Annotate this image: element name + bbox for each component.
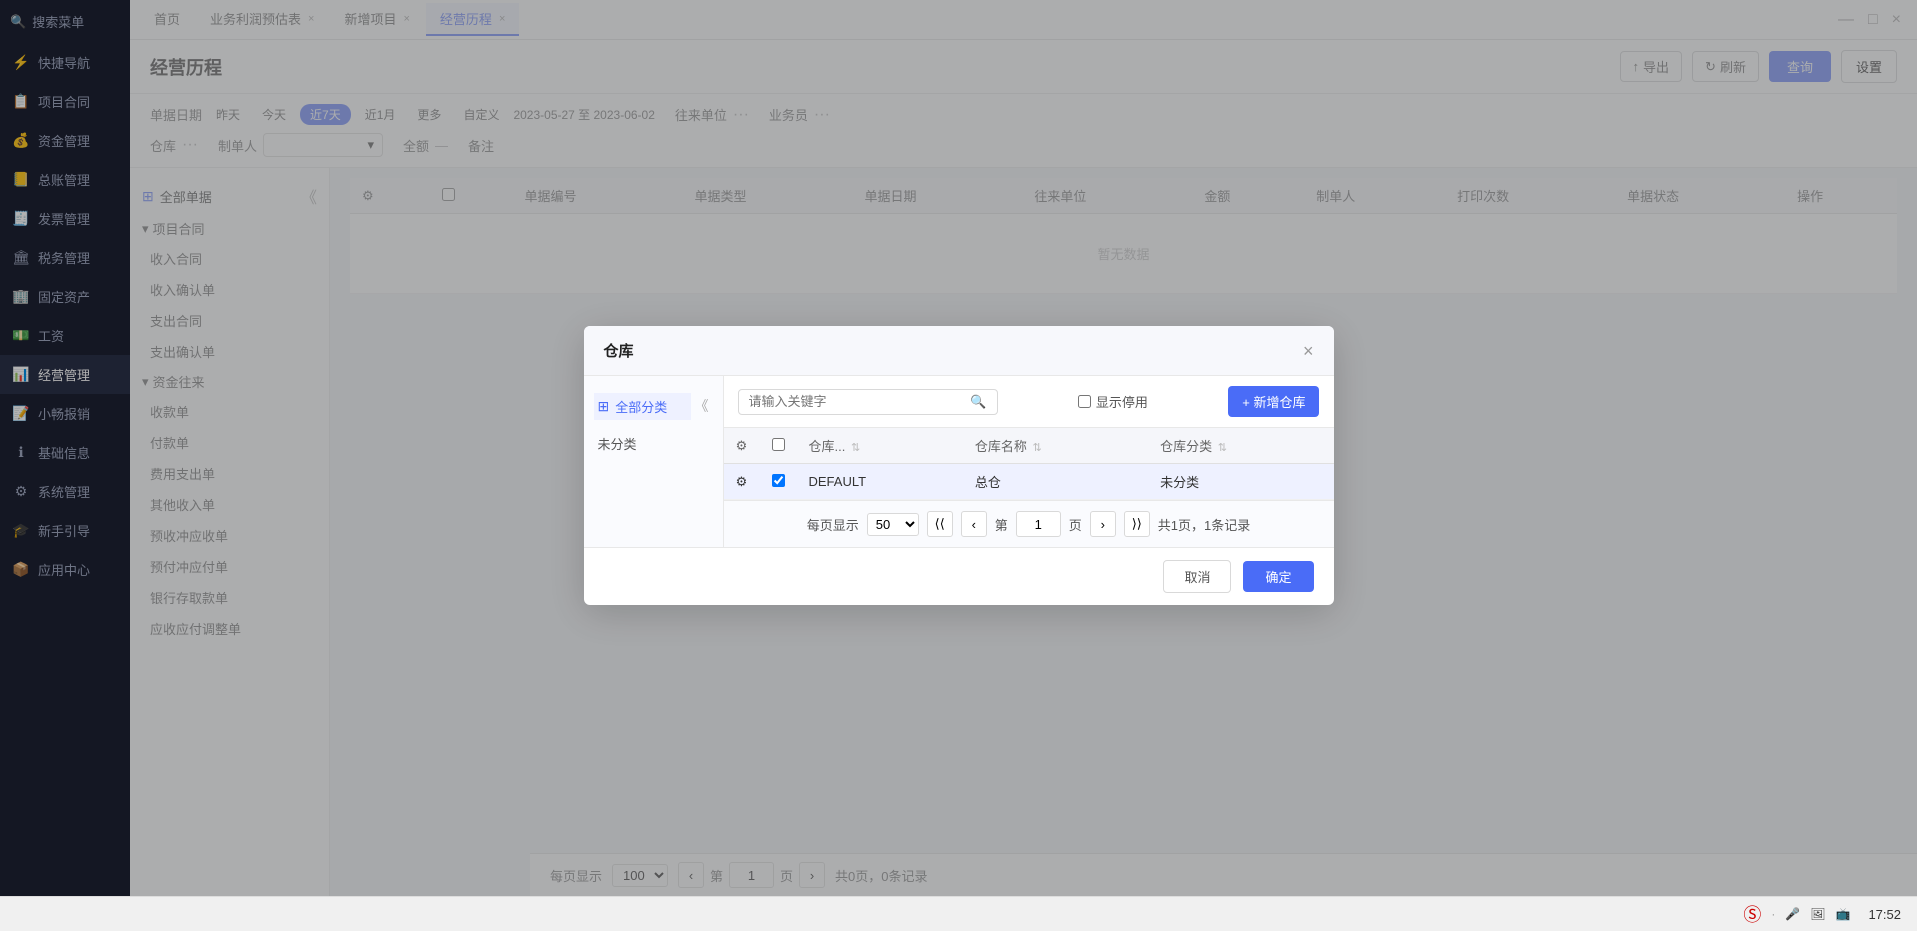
warehouse-modal: 仓库 × ⊞ 全部分类 《 未分类 <box>584 326 1334 605</box>
modal-overlay: 仓库 × ⊞ 全部分类 《 未分类 <box>0 0 1917 931</box>
modal-next-page-btn[interactable]: › <box>1090 511 1116 537</box>
modal-prev-page-btn[interactable]: ‹ <box>961 511 987 537</box>
modal-col-name[interactable]: 仓库名称 ⇅ <box>963 428 1148 464</box>
row-checkbox-cell <box>760 464 797 500</box>
modal-page-suffix: 页 <box>1069 515 1082 534</box>
modal-per-page-select[interactable]: 50 100 <box>867 513 919 536</box>
modal-total-records: 共1页，1条记录 <box>1158 515 1250 534</box>
modal-sidebar: ⊞ 全部分类 《 未分类 <box>584 376 724 547</box>
show-disabled-checkbox[interactable] <box>1078 395 1091 408</box>
modal-toolbar: 🔍 显示停用 + 新增仓库 <box>724 376 1334 428</box>
modal-search-box: 🔍 <box>738 389 998 415</box>
modal-col-code[interactable]: 仓库... ⇅ <box>797 428 963 464</box>
modal-first-page-btn[interactable]: ⟨⟨ <box>927 511 953 537</box>
modal-search-icon: 🔍 <box>970 394 986 410</box>
modal-actions: 取消 确定 <box>584 547 1334 605</box>
modal-col-checkbox <box>760 428 797 464</box>
modal-col-category[interactable]: 仓库分类 ⇅ <box>1148 428 1333 464</box>
taskbar-time: 17:52 <box>1868 907 1901 922</box>
taskbar: Ⓢ · 🎤 🖼 📺 17:52 <box>0 896 1917 931</box>
table-row[interactable]: ⚙ DEFAULT 总仓 未分类 <box>724 464 1334 500</box>
modal-sidebar-all[interactable]: ⊞ 全部分类 <box>594 393 691 420</box>
add-warehouse-button[interactable]: + 新增仓库 <box>1228 386 1319 417</box>
taskbar-icons4: 📺 <box>1836 907 1851 921</box>
modal-sidebar-unclassified[interactable]: 未分类 <box>584 426 723 461</box>
modal-last-page-btn[interactable]: ⟩⟩ <box>1124 511 1150 537</box>
modal-col-code-label: 仓库... <box>809 439 846 454</box>
modal-col-name-label: 仓库名称 <box>975 439 1027 454</box>
modal-page-label: 第 <box>995 515 1008 534</box>
taskbar-icons: Ⓢ <box>1743 901 1761 927</box>
modal-table: ⚙ 仓库... ⇅ 仓库名称 ⇅ <box>724 428 1334 500</box>
row-name-cell: 总仓 <box>963 464 1148 500</box>
modal-table-wrap: ⚙ 仓库... ⇅ 仓库名称 ⇅ <box>724 428 1334 500</box>
taskbar-icons2: 🎤 <box>1785 907 1800 921</box>
modal-collapse-button[interactable]: 《 <box>691 392 713 420</box>
modal-page-input[interactable] <box>1016 511 1061 537</box>
modal-per-page-label: 每页显示 <box>807 515 859 534</box>
modal-col-category-label: 仓库分类 <box>1160 439 1212 454</box>
sort-icon-name: ⇅ <box>1032 442 1041 454</box>
modal-close-icon[interactable]: × <box>1303 342 1314 360</box>
row-checkbox[interactable] <box>772 474 785 487</box>
confirm-button[interactable]: 确定 <box>1243 561 1313 592</box>
row-category-cell: 未分类 <box>1148 464 1333 500</box>
taskbar-dot1: · <box>1771 907 1775 921</box>
taskbar-icons3: 🖼 <box>1810 907 1825 921</box>
modal-search-input[interactable] <box>749 394 967 409</box>
row-settings-cell: ⚙ <box>724 464 760 500</box>
modal-sidebar-unclassified-label: 未分类 <box>598 434 637 453</box>
modal-col-settings[interactable]: ⚙ <box>724 428 760 464</box>
modal-main: 🔍 显示停用 + 新增仓库 ⚙ <box>724 376 1334 547</box>
sort-icon-category: ⇅ <box>1218 442 1227 454</box>
modal-sidebar-all-label: 全部分类 <box>615 397 667 416</box>
modal-pagination: 每页显示 50 100 ⟨⟨ ‹ 第 页 › ⟩⟩ 共1页，1条记录 <box>724 500 1334 547</box>
show-disabled-label[interactable]: 显示停用 <box>1078 392 1148 411</box>
modal-body: ⊞ 全部分类 《 未分类 🔍 <box>584 376 1334 547</box>
sort-icon-code: ⇅ <box>851 442 860 454</box>
grid-icon2: ⊞ <box>598 398 610 415</box>
modal-select-all[interactable] <box>772 438 785 451</box>
modal-title: 仓库 <box>604 340 634 361</box>
cancel-button[interactable]: 取消 <box>1163 560 1231 593</box>
show-disabled-text: 显示停用 <box>1096 392 1148 411</box>
row-code-cell: DEFAULT <box>797 464 963 500</box>
modal-header: 仓库 × <box>584 326 1334 376</box>
